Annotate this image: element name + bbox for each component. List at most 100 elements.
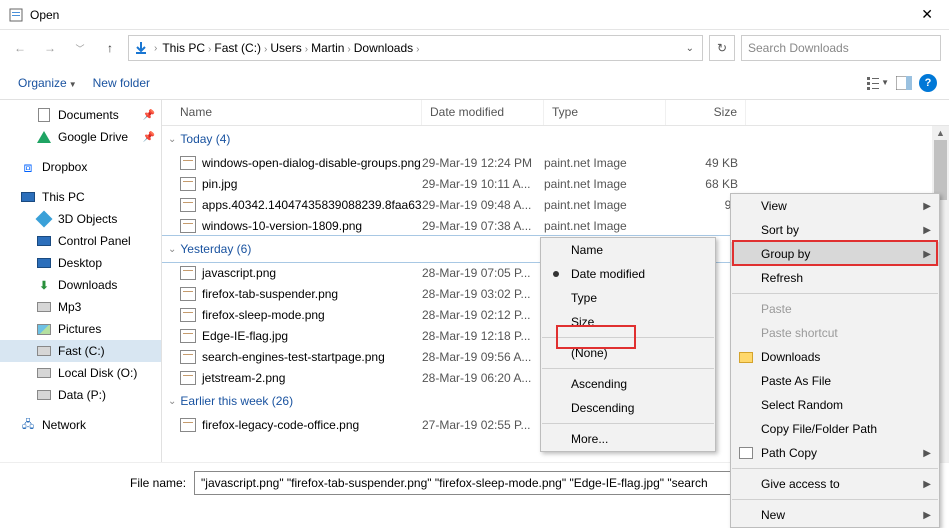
chevron-right-icon[interactable]: › (415, 44, 420, 55)
sidebar-item[interactable]: Google Drive📌 (0, 126, 161, 148)
chevron-right-icon[interactable]: › (153, 43, 158, 54)
group-header[interactable]: ⌄Today (4) (162, 126, 949, 152)
sidebar: Documents📌Google Drive📌 ⧈Dropbox This PC3D… (0, 100, 162, 480)
view-options-button[interactable]: ▼ (867, 72, 889, 94)
submenu-arrow-icon: ▶ (923, 249, 931, 260)
help-button[interactable]: ? (919, 74, 937, 92)
toolbar: Organize▼ New folder ▼ ? (0, 66, 949, 100)
dbox-icon: ⧈ (20, 159, 36, 175)
breadcrumb-segment[interactable]: Downloads (352, 41, 415, 55)
col-name[interactable]: Name (162, 100, 422, 125)
3d-icon (36, 211, 52, 227)
sidebar-item[interactable]: ⬇Downloads (0, 274, 161, 296)
file-date: 28-Mar-19 06:20 A... (422, 371, 544, 385)
menu-item-label: Paste (761, 302, 792, 316)
file-name: firefox-sleep-mode.png (202, 308, 325, 322)
menu-item[interactable]: Paste As File (731, 369, 939, 393)
address-dropdown[interactable]: ⌄ (682, 43, 698, 54)
menu-item[interactable]: Path Copy▶ (731, 441, 939, 465)
breadcrumb-segment[interactable]: Users (268, 41, 303, 55)
file-row[interactable]: pin.jpg29-Mar-19 10:11 A...paint.net Ima… (162, 173, 949, 194)
col-date[interactable]: Date modified (422, 100, 544, 125)
menu-item[interactable]: Downloads (731, 345, 939, 369)
menu-item-label: Path Copy (761, 446, 817, 460)
file-date: 28-Mar-19 02:12 P... (422, 308, 544, 322)
sidebar-item[interactable]: 🖧 Network (0, 414, 161, 436)
scroll-thumb[interactable] (934, 140, 947, 200)
breadcrumb-segment[interactable]: Martin (309, 41, 346, 55)
menu-item-label: Ascending (571, 377, 627, 391)
menu-item-label: Paste shortcut (761, 326, 838, 340)
image-file-icon (180, 198, 196, 212)
file-type: paint.net Image (544, 156, 666, 170)
chevron-down-icon: ⌄ (168, 134, 176, 145)
sidebar-item-label: Network (42, 418, 86, 432)
sidebar-item[interactable]: ⧈Dropbox (0, 156, 161, 178)
sidebar-item[interactable]: Fast (C:) (0, 340, 161, 362)
pin-icon: 📌 (143, 110, 155, 121)
file-date: 28-Mar-19 09:56 A... (422, 350, 544, 364)
image-file-icon (180, 329, 196, 343)
sidebar-item[interactable]: Desktop (0, 252, 161, 274)
menu-item[interactable]: Sort by▶ (731, 218, 939, 242)
menu-item-label: View (761, 199, 787, 213)
sidebar-item[interactable]: Data (P:) (0, 384, 161, 406)
sidebar-item[interactable]: Mp3 (0, 296, 161, 318)
menu-item[interactable]: New▶ (731, 503, 939, 527)
menu-item[interactable]: View▶ (731, 194, 939, 218)
file-type: paint.net Image (544, 198, 666, 212)
menu-item[interactable]: Ascending (541, 372, 715, 396)
menu-item[interactable]: Date modified (541, 262, 715, 286)
file-date: 28-Mar-19 03:02 P... (422, 287, 544, 301)
menu-item[interactable]: More... (541, 427, 715, 451)
menu-item-label: New (761, 508, 785, 522)
menu-item: Paste (731, 297, 939, 321)
groupby-submenu: NameDate modifiedTypeSize (None) Ascending… (540, 237, 716, 452)
preview-pane-button[interactable] (893, 72, 915, 94)
menu-item[interactable]: Type (541, 286, 715, 310)
new-folder-button[interactable]: New folder (87, 72, 156, 94)
menu-item[interactable]: Group by▶ (731, 242, 939, 266)
menu-item[interactable]: Copy File/Folder Path (731, 417, 939, 441)
image-file-icon (180, 156, 196, 170)
sidebar-item[interactable]: This PC (0, 186, 161, 208)
up-button[interactable]: ↑ (98, 36, 122, 60)
forward-button[interactable]: → (38, 36, 62, 60)
file-type: paint.net Image (544, 219, 666, 233)
menu-item[interactable]: Name (541, 238, 715, 262)
sidebar-item[interactable]: Pictures (0, 318, 161, 340)
search-input[interactable]: Search Downloads (741, 35, 941, 61)
col-size[interactable]: Size (666, 100, 746, 125)
menu-item[interactable]: Descending (541, 396, 715, 420)
sidebar-item[interactable]: Local Disk (O:) (0, 362, 161, 384)
image-file-icon (180, 418, 196, 432)
submenu-arrow-icon: ▶ (923, 479, 931, 490)
sidebar-item[interactable]: Documents📌 (0, 104, 161, 126)
menu-item[interactable]: Refresh (731, 266, 939, 290)
file-name: jetstream-2.png (202, 371, 285, 385)
recent-dropdown[interactable]: ﹀ (68, 36, 92, 60)
breadcrumb-segment[interactable]: Fast (C:) (212, 41, 263, 55)
menu-item[interactable]: (None) (541, 341, 715, 365)
sidebar-item-label: Pictures (58, 322, 101, 336)
col-type[interactable]: Type (544, 100, 666, 125)
address-bar[interactable]: › This PC›Fast (C:)›Users›Martin›Downloa… (128, 35, 703, 61)
net-icon: 🖧 (20, 417, 36, 433)
close-button[interactable]: ✕ (913, 6, 941, 23)
organize-menu[interactable]: Organize▼ (12, 72, 83, 94)
sidebar-item[interactable]: Control Panel (0, 230, 161, 252)
down-icon: ⬇ (36, 277, 52, 293)
sidebar-item[interactable]: 3D Objects (0, 208, 161, 230)
file-date: 29-Mar-19 09:48 A... (422, 198, 544, 212)
chevron-right-icon[interactable]: › (346, 44, 351, 55)
pin-icon: 📌 (143, 132, 155, 143)
column-headers[interactable]: Name Date modified Type Size (162, 100, 949, 126)
breadcrumb-segment[interactable]: This PC (160, 41, 207, 55)
refresh-button[interactable]: ↻ (709, 35, 735, 61)
back-button[interactable]: ← (8, 36, 32, 60)
menu-item[interactable]: Size (541, 310, 715, 334)
scroll-up-icon[interactable]: ▲ (932, 126, 949, 140)
menu-item[interactable]: Give access to▶ (731, 472, 939, 496)
file-row[interactable]: windows-open-dialog-disable-groups.png29… (162, 152, 949, 173)
menu-item[interactable]: Select Random (731, 393, 939, 417)
